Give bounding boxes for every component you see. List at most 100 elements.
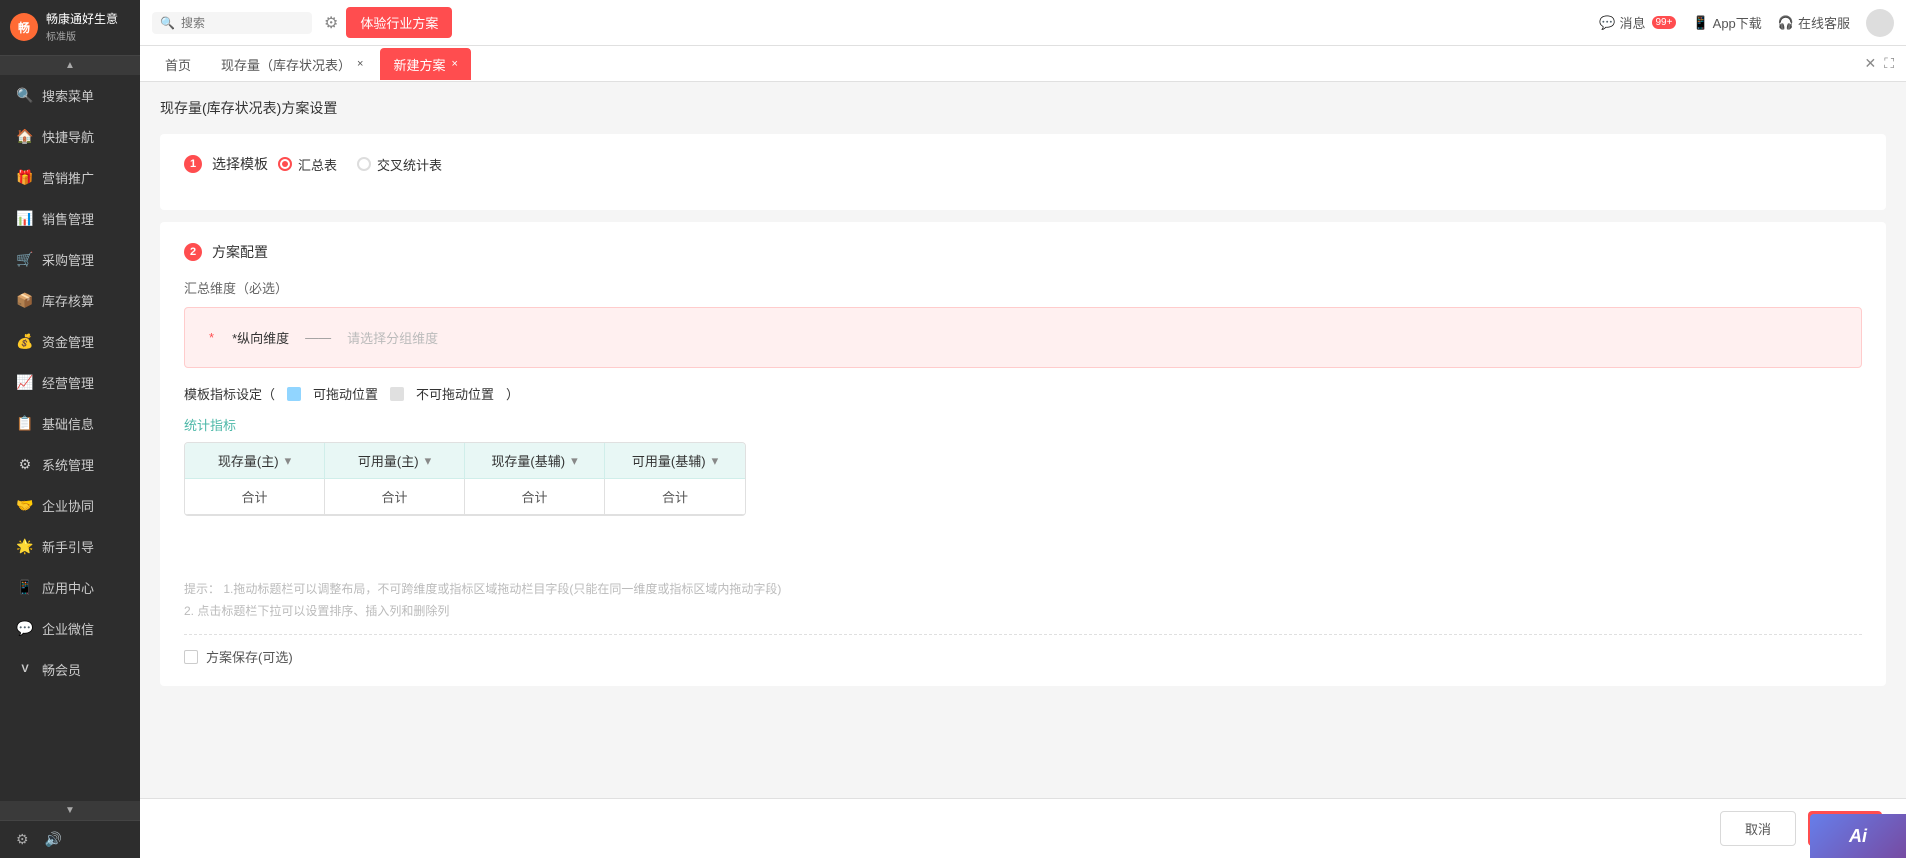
header-dropdown-0[interactable]: ▾ xyxy=(285,453,292,469)
required-star: * xyxy=(209,330,214,345)
hints-section: 提示： 1.拖动标题栏可以调整布局，不可跨维度或指标区域拖动栏目字段(只能在同一… xyxy=(184,579,1862,622)
sidebar-item-purchase[interactable]: 🛒 采购管理 xyxy=(0,239,140,280)
tab-inventory[interactable]: 现存量（库存状况表） × xyxy=(208,48,376,80)
radio-cross-circle[interactable] xyxy=(357,157,371,171)
sidebar-item-search-menu[interactable]: 🔍 搜索菜单 xyxy=(0,75,140,116)
header-label-0: 现存量(主) xyxy=(218,451,279,470)
page-title: 现存量(库存状况表)方案设置 xyxy=(160,98,1886,118)
header-dropdown-3[interactable]: ▾ xyxy=(712,453,719,469)
sidebar-item-app-center[interactable]: 📱 应用中心 xyxy=(0,567,140,608)
non-draggable-label: 不可拖动位置 xyxy=(416,384,494,403)
cart-icon: 🛒 xyxy=(16,250,34,268)
sidebar-item-sales[interactable]: 📊 销售管理 xyxy=(0,198,140,239)
radio-cross-label: 交叉统计表 xyxy=(377,155,442,174)
app-download-button[interactable]: 📱 App下载 xyxy=(1692,13,1761,32)
cancel-button[interactable]: 取消 xyxy=(1720,811,1796,846)
sidebar-item-label: 经营管理 xyxy=(42,373,94,392)
sidebar-item-marketing[interactable]: 🎁 营销推广 xyxy=(0,157,140,198)
sidebar-item-label: 应用中心 xyxy=(42,578,94,597)
metrics-setting-label: 模板指标设定（ xyxy=(184,384,275,403)
save-label: 方案保存(可选) xyxy=(206,647,293,666)
step1-card: 1 选择模板 汇总表 交叉统计表 xyxy=(160,134,1886,210)
step2-card: 2 方案配置 汇总维度（必选） * *纵向维度 —— 请选择分组维度 模板指标设… xyxy=(160,222,1886,686)
search-bar[interactable]: 🔍 xyxy=(152,12,312,34)
step2-label: 方案配置 xyxy=(212,242,268,262)
tab-expand-icon[interactable]: ⛶ xyxy=(1884,55,1894,72)
search-input[interactable] xyxy=(181,16,291,30)
search-icon: 🔍 xyxy=(160,16,175,30)
stats-label: 统计指标 xyxy=(184,415,1862,434)
main-area: 🔍 ⚙ 体验行业方案 💬 消息 99+ 📱 App下载 🎧 在线客服 首页 xyxy=(140,0,1906,858)
header-cell-2[interactable]: 现存量(基辅) ▾ xyxy=(465,443,605,479)
app-logo: 畅 畅康通好生意 标准版 xyxy=(0,0,140,56)
header-cell-3[interactable]: 可用量(基辅) ▾ xyxy=(605,443,745,479)
divider xyxy=(184,634,1862,635)
template-radio-group: 汇总表 交叉统计表 xyxy=(278,155,442,174)
sidebar-item-label: 销售管理 xyxy=(42,209,94,228)
app-edition: 标准版 xyxy=(46,28,118,43)
star-icon: 🌟 xyxy=(16,537,34,555)
search-icon: 🔍 xyxy=(16,86,34,104)
dimension-pink-box: * *纵向维度 —— 请选择分组维度 xyxy=(184,307,1862,368)
header-cell-1[interactable]: 可用量(主) ▾ xyxy=(325,443,465,479)
dim-placeholder[interactable]: 请选择分组维度 xyxy=(347,328,438,347)
header-dropdown-2[interactable]: ▾ xyxy=(571,453,578,469)
sidebar-item-label: 基础信息 xyxy=(42,414,94,433)
sidebar-item-cooperation[interactable]: 🤝 企业协同 xyxy=(0,485,140,526)
sidebar-scroll-down[interactable]: ▼ xyxy=(0,801,140,820)
app-icon: 📱 xyxy=(16,578,34,596)
body-cell-2: 合计 xyxy=(465,479,605,515)
header-cell-0[interactable]: 现存量(主) ▾ xyxy=(185,443,325,479)
gift-icon: 🎁 xyxy=(16,168,34,186)
sidebar-item-guide[interactable]: 🌟 新手引导 xyxy=(0,526,140,567)
sidebar-item-label: 畅会员 xyxy=(42,660,81,679)
topbar-right: 💬 消息 99+ 📱 App下载 🎧 在线客服 xyxy=(1599,9,1894,37)
sidebar-item-operations[interactable]: 📈 经营管理 xyxy=(0,362,140,403)
sidebar-item-member[interactable]: V 畅会员 xyxy=(0,649,140,690)
trial-button[interactable]: 体验行业方案 xyxy=(346,7,452,38)
tab-home[interactable]: 首页 xyxy=(152,48,204,80)
sidebar-item-label: 搜索菜单 xyxy=(42,86,94,105)
table-header: 现存量(主) ▾ 可用量(主) ▾ 现存量(基辅) ▾ 可用量(基辅) ▾ xyxy=(185,443,745,479)
user-avatar[interactable] xyxy=(1866,9,1894,37)
body-cell-0: 合计 xyxy=(185,479,325,515)
dimension-section-label: 汇总维度（必选） xyxy=(184,278,1862,297)
topbar: 🔍 ⚙ 体验行业方案 💬 消息 99+ 📱 App下载 🎧 在线客服 xyxy=(140,0,1906,46)
header-label-1: 可用量(主) xyxy=(358,451,419,470)
sidebar-item-system[interactable]: ⚙ 系统管理 xyxy=(0,444,140,485)
online-service-button[interactable]: 🎧 在线客服 xyxy=(1778,13,1850,32)
metrics-setting-suffix: ） xyxy=(506,384,519,403)
settings-gear-icon[interactable]: ⚙ xyxy=(324,13,338,33)
money-icon: 💰 xyxy=(16,332,34,350)
sidebar-item-label: 系统管理 xyxy=(42,455,94,474)
tab-close-icon[interactable]: ✕ xyxy=(1864,55,1876,72)
sidebar-nav: 🔍 搜索菜单 🏠 快捷导航 🎁 营销推广 📊 销售管理 🛒 采购管理 📦 库存核… xyxy=(0,75,140,801)
tab-inventory-close[interactable]: × xyxy=(357,58,363,70)
wechat-icon: 💬 xyxy=(16,619,34,637)
info-icon: 📋 xyxy=(16,414,34,432)
sidebar-bottom: ⚙ 🔊 xyxy=(0,820,140,858)
tab-new-plan[interactable]: 新建方案 × xyxy=(380,48,470,80)
ai-badge[interactable]: Ai xyxy=(1810,814,1906,858)
messages-badge: 99+ xyxy=(1652,16,1677,29)
sidebar-item-wechat[interactable]: 💬 企业微信 xyxy=(0,608,140,649)
app-name: 畅康通好生意 xyxy=(46,12,118,28)
sidebar-item-finance[interactable]: 💰 资金管理 xyxy=(0,321,140,362)
sidebar-item-inventory[interactable]: 📦 库存核算 xyxy=(0,280,140,321)
header-dropdown-1[interactable]: ▾ xyxy=(425,453,432,469)
radio-summary[interactable]: 汇总表 xyxy=(278,155,337,174)
stats-table: 现存量(主) ▾ 可用量(主) ▾ 现存量(基辅) ▾ 可用量(基辅) ▾ xyxy=(184,442,746,516)
messages-button[interactable]: 💬 消息 99+ xyxy=(1599,13,1676,32)
sidebar-item-quick-nav[interactable]: 🏠 快捷导航 xyxy=(0,116,140,157)
tab-new-plan-close[interactable]: × xyxy=(451,58,457,70)
radio-summary-circle[interactable] xyxy=(278,157,292,171)
radio-cross[interactable]: 交叉统计表 xyxy=(357,155,442,174)
sidebar-scroll-up[interactable]: ▲ xyxy=(0,56,140,75)
header-label-3: 可用量(基辅) xyxy=(632,451,706,470)
sound-icon[interactable]: 🔊 xyxy=(45,831,62,848)
settings-icon[interactable]: ⚙ xyxy=(16,831,29,848)
save-checkbox[interactable] xyxy=(184,650,198,664)
sidebar-item-basic-info[interactable]: 📋 基础信息 xyxy=(0,403,140,444)
logo-icon: 畅 xyxy=(10,13,38,41)
step1-number: 1 xyxy=(184,155,202,173)
